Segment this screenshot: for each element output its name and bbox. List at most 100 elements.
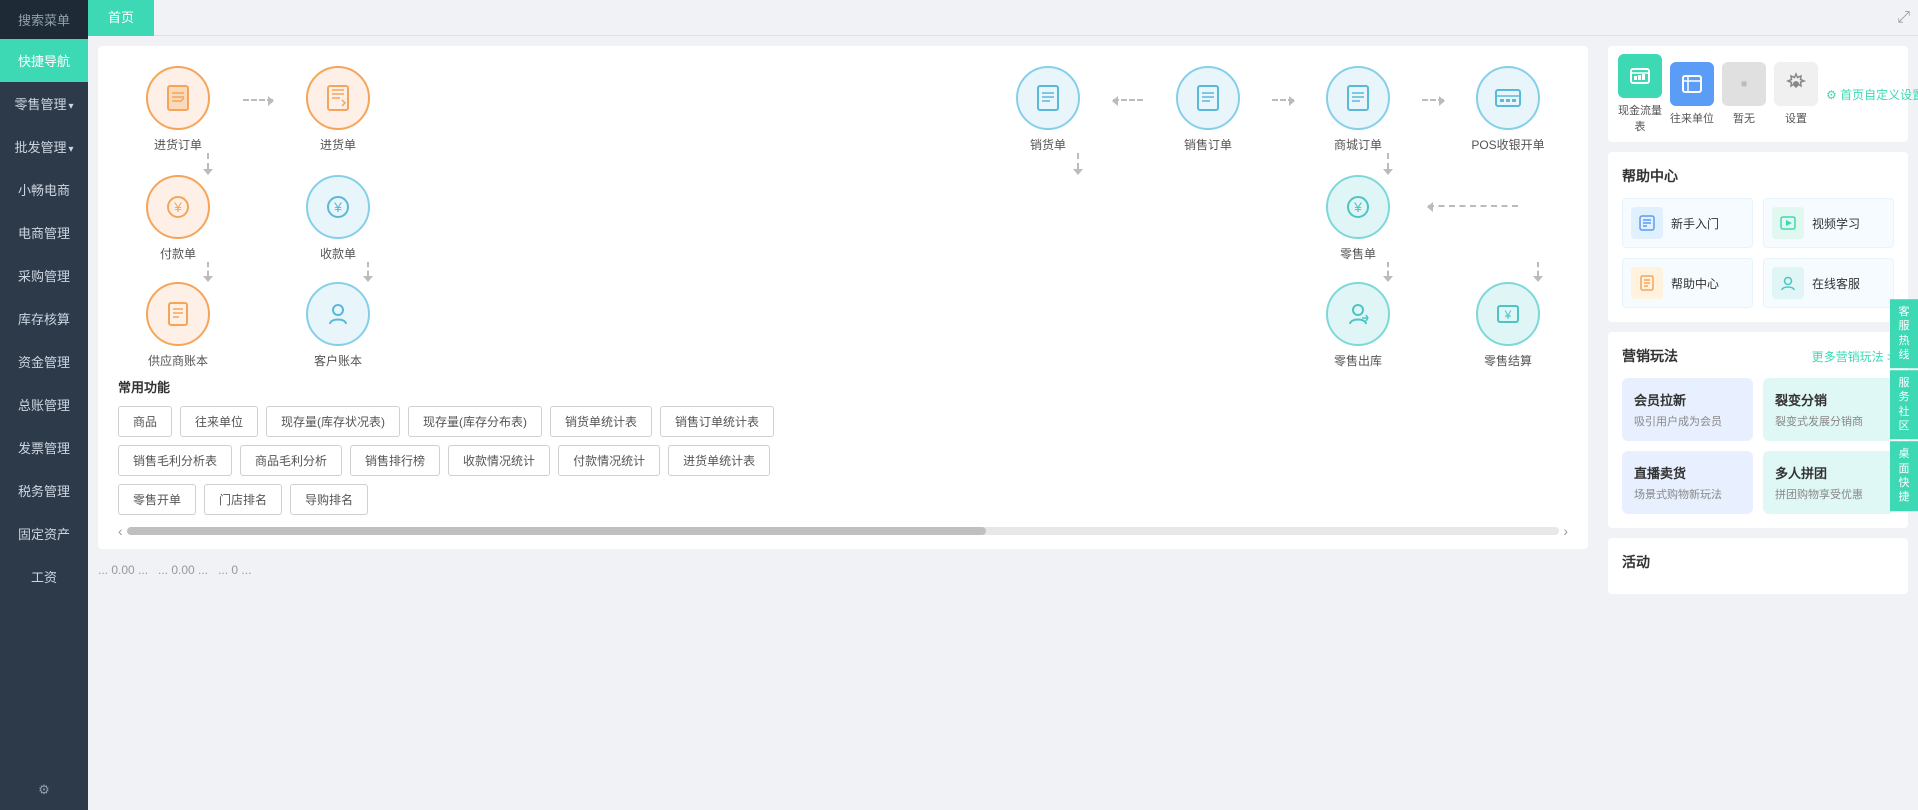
- shortcut-cashflow[interactable]: 现金流量表: [1618, 54, 1662, 134]
- more-marketing-link[interactable]: 更多营销玩法 >: [1812, 348, 1894, 365]
- sidebar-item-fund[interactable]: 资金管理: [0, 340, 88, 383]
- func-btn-product[interactable]: 商品: [118, 406, 172, 437]
- sidebar-item-purchase[interactable]: 采购管理: [0, 254, 88, 297]
- scroll-thumb: [127, 527, 987, 535]
- shortcut-settings[interactable]: 设置: [1774, 62, 1818, 126]
- mkt-item-fission[interactable]: 裂变分销 裂变式发展分销商: [1763, 378, 1894, 441]
- sidebar-settings[interactable]: ⚙: [0, 770, 88, 810]
- func-btn-guide-rank[interactable]: 导购排名: [290, 484, 368, 515]
- mkt-item-live[interactable]: 直播卖货 场景式购物新玩法: [1622, 451, 1753, 514]
- func-btn-receipt-stat[interactable]: 收款情况统计: [448, 445, 550, 476]
- scrollbar: ‹ ›: [118, 523, 1568, 539]
- scroll-track[interactable]: [127, 527, 1560, 535]
- help-item-beginner[interactable]: 新手入门: [1622, 198, 1753, 248]
- marketing-card: 营销玩法 更多营销玩法 > 会员拉新 吸引用户成为会员 裂变分销 裂变式发展分销…: [1608, 332, 1908, 528]
- top-tabs: 首页 ⤢: [88, 0, 1918, 36]
- service-icon: [1772, 267, 1804, 299]
- marketing-title: 营销玩法: [1622, 346, 1678, 366]
- shortcut-none: ▪ 暂无: [1722, 62, 1766, 126]
- sidebar-item-ledger[interactable]: 总账管理: [0, 383, 88, 426]
- mkt-item-member[interactable]: 会员拉新 吸引用户成为会员: [1622, 378, 1753, 441]
- sidebar-item-wholesale[interactable]: 批发管理▾: [0, 125, 88, 168]
- func-btn-stock2[interactable]: 现存量(库存分布表): [408, 406, 542, 437]
- marketing-grid: 会员拉新 吸引用户成为会员 裂变分销 裂变式发展分销商 直播卖货 场景式购物新玩…: [1622, 378, 1894, 514]
- func-btn-stock1[interactable]: 现存量(库存状况表): [266, 406, 400, 437]
- node-customer-ledger[interactable]: 客户账本: [278, 282, 398, 369]
- scroll-right[interactable]: ›: [1563, 523, 1568, 539]
- sidebar: 搜索菜单 快捷导航 零售管理▾ 批发管理▾ 小畅电商 电商管理 采购管理 库存核…: [0, 0, 88, 810]
- mkt-item-group[interactable]: 多人拼团 拼团购物享受优惠: [1763, 451, 1894, 514]
- func-btn-retail-order[interactable]: 零售开单: [118, 484, 196, 515]
- mkt-live-desc: 场景式购物新玩法: [1634, 486, 1741, 502]
- node-retail-settle[interactable]: ¥ 零售结算: [1448, 282, 1568, 369]
- mkt-group-title: 多人拼团: [1775, 463, 1882, 482]
- sidebar-item-ecommerce[interactable]: 电商管理: [0, 211, 88, 254]
- arrow-down-purchase: [118, 153, 238, 175]
- sidebar-item-invoice[interactable]: 发票管理: [0, 426, 88, 469]
- docs-icon: [1631, 267, 1663, 299]
- help-center-title: 帮助中心: [1622, 166, 1894, 186]
- svg-text:¥: ¥: [1353, 199, 1362, 215]
- node-sale[interactable]: 销货单: [988, 66, 1108, 153]
- help-item-docs[interactable]: 帮助中心: [1622, 258, 1753, 308]
- node-supplier-ledger[interactable]: 供应商账本: [118, 282, 238, 369]
- node-sale-order[interactable]: 销售订单: [1148, 66, 1268, 153]
- func-btn-payment-stat[interactable]: 付款情况统计: [558, 445, 660, 476]
- func-btn-sale-profit[interactable]: 销售毛利分析表: [118, 445, 232, 476]
- node-retail[interactable]: ¥ 零售单: [1298, 175, 1418, 262]
- sidebar-item-quicknav[interactable]: 快捷导航: [0, 39, 88, 82]
- unit-icon: [1670, 62, 1714, 106]
- right-panel: 现金流量表 往来单位 ▪ 暂无: [1598, 36, 1918, 810]
- func-btn-store-rank[interactable]: 门店排名: [204, 484, 282, 515]
- none-icon: ▪: [1722, 62, 1766, 106]
- node-retail-out[interactable]: 零售出库: [1298, 282, 1418, 369]
- node-payment[interactable]: ¥ 付款单: [118, 175, 238, 262]
- sidebar-item-wage[interactable]: 工资: [0, 555, 88, 598]
- mkt-fission-desc: 裂变式发展分销商: [1775, 413, 1882, 429]
- sidebar-search[interactable]: 搜索菜单: [0, 0, 88, 39]
- float-btn-desktop[interactable]: 桌面 快捷: [1890, 442, 1918, 511]
- scroll-left[interactable]: ‹: [118, 523, 123, 539]
- func-row-2: 销售毛利分析表 商品毛利分析 销售排行榜 收款情况统计 付款情况统计 进货单统计…: [118, 445, 1568, 476]
- common-title: 常用功能: [118, 377, 1568, 396]
- help-grid: 新手入门 视频学习 帮助中心: [1622, 198, 1894, 308]
- main-panel: 进货订单 进货单: [88, 36, 1598, 810]
- activity-card: 活动: [1608, 538, 1908, 594]
- node-receipt[interactable]: ¥ 收款单: [278, 175, 398, 262]
- help-center-card: 帮助中心 新手入门 视频学习: [1608, 152, 1908, 322]
- help-item-video[interactable]: 视频学习: [1763, 198, 1894, 248]
- svg-text:¥: ¥: [333, 199, 342, 215]
- func-btn-sale-stat[interactable]: 销货单统计表: [550, 406, 652, 437]
- common-functions: 常用功能 商品 往来单位 现存量(库存状况表) 现存量(库存分布表) 销货单统计…: [118, 377, 1568, 515]
- tab-home[interactable]: 首页: [88, 0, 154, 36]
- help-item-service[interactable]: 在线客服: [1763, 258, 1894, 308]
- mkt-member-desc: 吸引用户成为会员: [1634, 413, 1741, 429]
- customize-link[interactable]: ⚙ 首页自定义设置: [1826, 86, 1918, 103]
- node-pos[interactable]: POS收银开单: [1448, 66, 1568, 153]
- service-label: 在线客服: [1812, 275, 1860, 292]
- sidebar-item-xiaochang[interactable]: 小畅电商: [0, 168, 88, 211]
- func-btn-unit[interactable]: 往来单位: [180, 406, 258, 437]
- shortcut-unit[interactable]: 往来单位: [1670, 62, 1714, 126]
- svg-text:¥: ¥: [1504, 308, 1512, 322]
- expand-button[interactable]: ⤢: [1897, 9, 1910, 27]
- cashflow-icon: [1618, 54, 1662, 98]
- float-btn-service[interactable]: 客服 热线: [1890, 299, 1918, 368]
- sidebar-item-retail[interactable]: 零售管理▾: [0, 82, 88, 125]
- marketing-header: 营销玩法 更多营销玩法 >: [1622, 346, 1894, 366]
- func-btn-product-profit[interactable]: 商品毛利分析: [240, 445, 342, 476]
- sidebar-item-tax[interactable]: 税务管理: [0, 469, 88, 512]
- node-purchase-order[interactable]: 进货订单: [118, 66, 238, 153]
- node-mall-order[interactable]: 商城订单: [1298, 66, 1418, 153]
- node-purchase[interactable]: 进货单: [278, 66, 398, 153]
- sidebar-item-assets[interactable]: 固定资产: [0, 512, 88, 555]
- float-btn-community[interactable]: 服务 社区: [1890, 370, 1918, 439]
- activity-title: 活动: [1622, 552, 1894, 580]
- func-btn-purchase-stat[interactable]: 进货单统计表: [668, 445, 770, 476]
- flow-card: 进货订单 进货单: [98, 46, 1588, 549]
- func-row-3: 零售开单 门店排名 导购排名: [118, 484, 1568, 515]
- func-btn-sale-order-stat[interactable]: 销售订单统计表: [660, 406, 774, 437]
- func-btn-sale-rank[interactable]: 销售排行榜: [350, 445, 440, 476]
- sidebar-item-inventory[interactable]: 库存核算: [0, 297, 88, 340]
- stat-row: ... 0.00 ... ... 0.00 ... ... 0 ...: [98, 559, 1588, 581]
